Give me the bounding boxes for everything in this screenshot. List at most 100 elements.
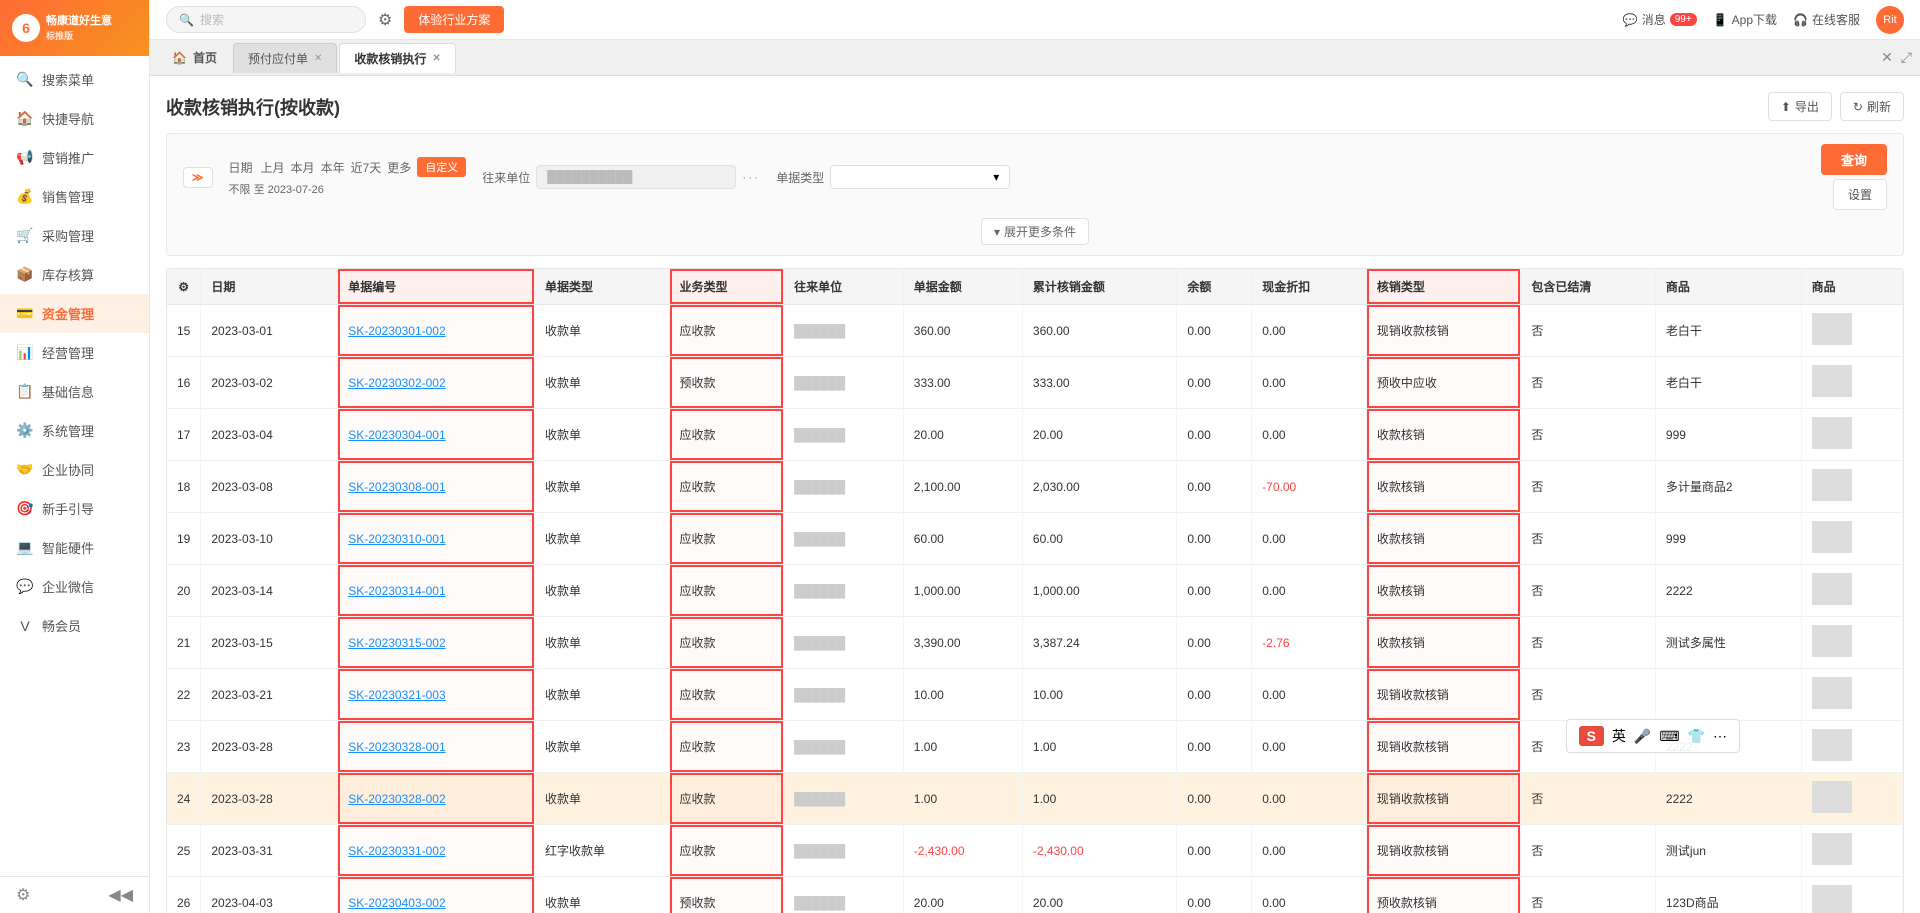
hardware-icon: 💻 (16, 539, 34, 556)
sidebar-item-hardware[interactable]: 💻智能硬件 (0, 528, 149, 567)
floating-toolbar: S 英 🎤 ⌨ 👕 ⋯ (1566, 719, 1740, 753)
sidebar-item-system[interactable]: ⚙️系统管理 (0, 411, 149, 450)
tab-receipt-label: 收款核销执行 (354, 50, 426, 67)
sidebar-item-search[interactable]: 🔍搜索菜单 (0, 60, 149, 99)
search-icon: 🔍 (16, 71, 34, 88)
sidebar-item-finance[interactable]: 💳资金管理 (0, 294, 149, 333)
sk-link[interactable]: SK-20230302-002 (348, 376, 445, 390)
td-type: 收款单 (534, 721, 669, 773)
tabbar-right: ✕ ⤢ (1881, 49, 1912, 66)
td-date: 2023-03-28 (201, 773, 338, 825)
td-date: 2023-04-03 (201, 877, 338, 913)
expand-conditions-button[interactable]: ▾ 展开更多条件 (981, 218, 1089, 245)
sk-link[interactable]: SK-20230328-001 (348, 740, 445, 754)
user-avatar[interactable]: Rit (1876, 6, 1904, 34)
keyboard-icon[interactable]: ⌨ (1659, 728, 1679, 745)
sk-link[interactable]: SK-20230321-003 (348, 688, 445, 702)
td-goods2 (1801, 513, 1902, 565)
solution-button[interactable]: 体验行业方案 (404, 6, 504, 33)
receipt-type-select[interactable]: ▾ (830, 165, 1010, 189)
td-biz: 应收款 (669, 409, 784, 461)
settings-icon[interactable]: ⚙ (16, 885, 30, 905)
sk-link[interactable]: SK-20230315-002 (348, 636, 445, 650)
date-opt-more[interactable]: 更多 (387, 159, 411, 176)
td-biz: 应收款 (669, 461, 784, 513)
counterpart-input[interactable] (536, 165, 736, 189)
microphone-icon[interactable]: 🎤 (1634, 728, 1651, 745)
date-opt-prev-month[interactable]: 上月 (261, 159, 285, 176)
th-amount: 单据金额 (903, 269, 1022, 305)
sidebar-item-newbie[interactable]: 🎯新手引导 (0, 489, 149, 528)
th-gear[interactable]: ⚙ (167, 269, 201, 305)
sk-link[interactable]: SK-20230308-001 (348, 480, 445, 494)
td-partner: ██████ (784, 721, 904, 773)
td-goods2 (1801, 877, 1902, 913)
export-button[interactable]: ⬆ 导出 (1768, 92, 1832, 121)
collapse-icon[interactable]: ◀◀ (108, 885, 133, 905)
td-goods2 (1801, 721, 1902, 773)
date-opt-cur-month[interactable]: 本月 (291, 159, 315, 176)
table-row: 18 2023-03-08 SK-20230308-001 收款单 应收款 ██… (167, 461, 1903, 513)
td-date: 2023-03-21 (201, 669, 338, 721)
tab-home[interactable]: 🏠 首页 (158, 43, 231, 72)
sidebar-item-purchase[interactable]: 🛒采购管理 (0, 216, 149, 255)
td-amount: 60.00 (903, 513, 1022, 565)
sidebar-item-operations[interactable]: 📊经营管理 (0, 333, 149, 372)
sidebar-item-enterprise[interactable]: 🤝企业协同 (0, 450, 149, 489)
sk-link[interactable]: SK-20230314-001 (348, 584, 445, 598)
date-custom-button[interactable]: 自定义 (417, 157, 466, 177)
td-biz: 应收款 (669, 825, 784, 877)
td-verified: 360.00 (1022, 305, 1177, 357)
td-balance: 0.00 (1177, 877, 1252, 913)
sk-link[interactable]: SK-20230403-002 (348, 896, 445, 910)
sk-link[interactable]: SK-20230331-002 (348, 844, 445, 858)
td-settled: 否 (1521, 565, 1656, 617)
enterprise-icon: 🤝 (16, 461, 34, 478)
td-sk: SK-20230308-001 (338, 461, 535, 513)
member-icon: V (16, 618, 34, 634)
td-goods1: 2222 (1655, 565, 1801, 617)
td-date: 2023-03-08 (201, 461, 338, 513)
sk-link[interactable]: SK-20230304-001 (348, 428, 445, 442)
filter-settings-button[interactable]: 设置 (1833, 179, 1887, 210)
tab-receipt-close[interactable]: ✕ (432, 53, 440, 64)
td-verified: 1,000.00 (1022, 565, 1177, 617)
tab-prepay[interactable]: 预付应付单 ✕ (233, 43, 337, 73)
filter-toggle-button[interactable]: ≫ (183, 167, 213, 188)
message-item[interactable]: 💬 消息 99+ (1623, 11, 1697, 28)
page-header-actions: ⬆ 导出 ↻ 刷新 (1768, 92, 1904, 121)
sidebar-bottom: ⚙ ◀◀ (0, 876, 149, 913)
sidebar-item-basics[interactable]: 📋基础信息 (0, 372, 149, 411)
date-opt-7days[interactable]: 近7天 (351, 159, 382, 176)
maximize-icon[interactable]: ⤢ (1901, 49, 1912, 66)
service-item[interactable]: 🎧 在线客服 (1793, 11, 1860, 28)
shirt-icon[interactable]: 👕 (1688, 728, 1705, 745)
receipt-type-filter: 单据类型 ▾ (776, 165, 1010, 189)
sidebar-item-member[interactable]: V畅会员 (0, 606, 149, 645)
sk-link[interactable]: SK-20230310-001 (348, 532, 445, 546)
sidebar-item-sales[interactable]: 💰销售管理 (0, 177, 149, 216)
tab-receipt[interactable]: 收款核销执行 ✕ (339, 43, 455, 73)
date-opt-cur-year[interactable]: 本年 (321, 159, 345, 176)
sk-link[interactable]: SK-20230301-002 (348, 324, 445, 338)
td-biz: 应收款 (669, 773, 784, 825)
td-verified: 20.00 (1022, 409, 1177, 461)
td-partner: ██████ (784, 461, 904, 513)
sidebar-item-marketing[interactable]: 📢营销推广 (0, 138, 149, 177)
home-icon: 🏠 (172, 51, 187, 65)
sidebar-item-inventory[interactable]: 📦库存核算 (0, 255, 149, 294)
refresh-button[interactable]: ↻ 刷新 (1840, 92, 1904, 121)
more-icon[interactable]: ⋯ (1713, 728, 1727, 745)
sk-link[interactable]: SK-20230328-002 (348, 792, 445, 806)
query-button[interactable]: 查询 (1821, 144, 1887, 175)
gear-icon[interactable]: ⚙ (378, 10, 392, 30)
td-goods1: 老白干 (1655, 357, 1801, 409)
td-amount: 1,000.00 (903, 565, 1022, 617)
tab-prepay-close[interactable]: ✕ (314, 53, 322, 64)
app-download-item[interactable]: 📱 App下载 (1713, 11, 1777, 28)
sidebar-item-quicknav[interactable]: 🏠快捷导航 (0, 99, 149, 138)
td-sk: SK-20230314-001 (338, 565, 535, 617)
close-window-icon[interactable]: ✕ (1881, 49, 1893, 66)
sidebar-item-wechat[interactable]: 💬企业微信 (0, 567, 149, 606)
filter-row-expand: ▾ 展开更多条件 (183, 218, 1887, 245)
